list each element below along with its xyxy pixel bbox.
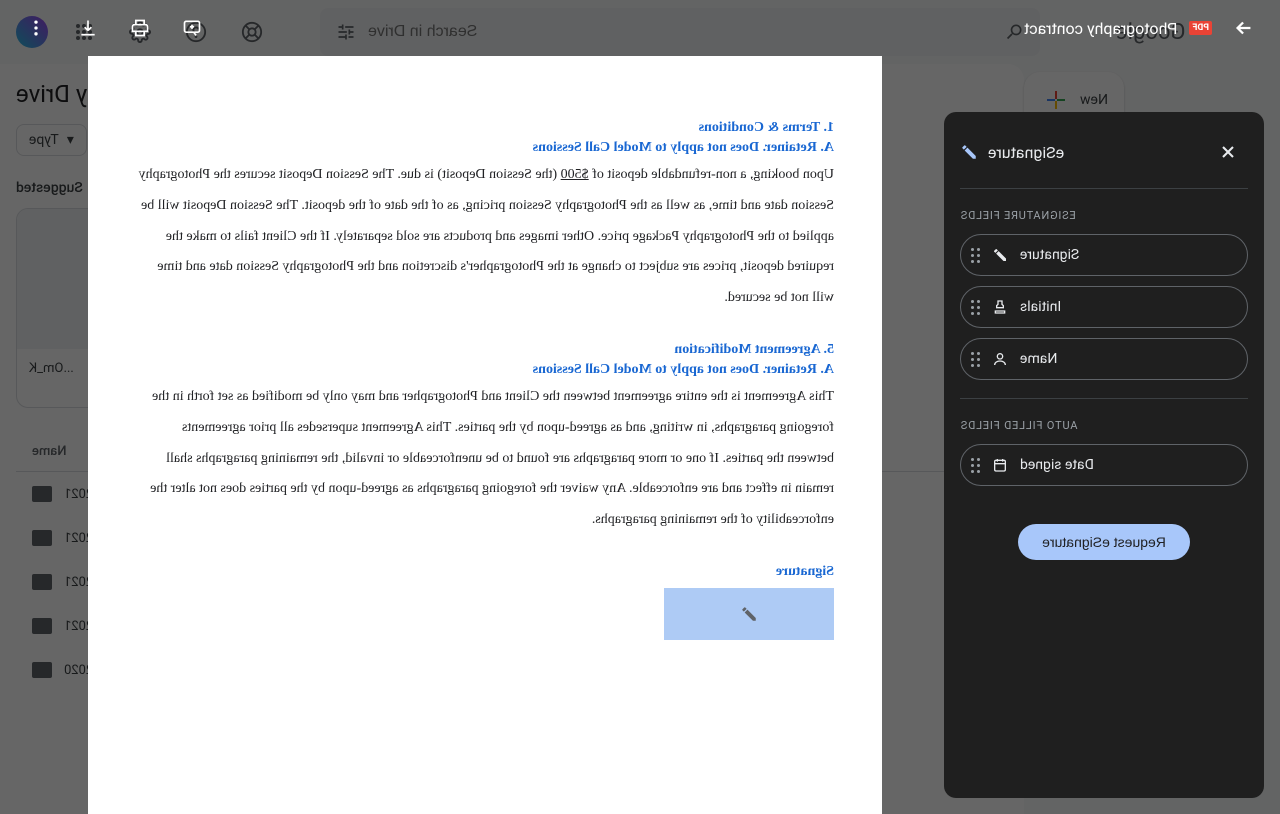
viewer-title: Photography contract [1024,19,1177,38]
section-label: ESIGNATURE FIELDS [960,209,1248,222]
doc-paragraph: This Agreement is the entire agreement b… [136,382,834,536]
doc-subheading: A. Retainer. Does not apply to Model Cal… [136,140,834,156]
drag-handle-icon[interactable] [971,352,980,367]
person-icon [992,351,1008,367]
doc-heading: 5. Agreement Modification [136,342,834,358]
field-signature[interactable]: Signature [960,234,1248,276]
doc-paragraph: Upon booking, a non-refundable deposit o… [136,160,834,314]
section-label: AUTO FILLED FIELDS [960,419,1248,432]
field-date-signed[interactable]: Date signed [960,444,1248,486]
document-page: 1. Terms & Conditions A. Retainer. Does … [88,56,882,814]
signature-label: Signature [136,564,834,580]
calendar-icon [992,457,1008,473]
pen-icon [740,605,758,623]
more-icon[interactable] [16,8,56,48]
field-name[interactable]: Name [960,338,1248,380]
pdf-viewer: Photography contract PDF 1. Terms & Cond… [0,0,1280,814]
panel-title: eSignature [988,143,1064,162]
stamp-icon [992,299,1008,315]
request-esignature-button[interactable]: Request eSignature [1018,524,1190,560]
viewer-header: Photography contract PDF [0,0,1280,56]
pdf-badge: PDF [1189,21,1212,35]
drag-handle-icon[interactable] [971,248,980,263]
signature-field-placeholder[interactable] [664,588,834,640]
pen-icon [960,143,978,161]
print-icon[interactable] [120,8,160,48]
esignature-panel: eSignature ESIGNATURE FIELDS Signature I… [944,112,1264,798]
drag-handle-icon[interactable] [971,300,980,315]
back-icon[interactable] [1224,8,1264,48]
drag-handle-icon[interactable] [971,458,980,473]
download-icon[interactable] [68,8,108,48]
pen-icon [992,247,1008,263]
doc-subheading: A. Retainer. Does not apply to Model Cal… [136,362,834,378]
doc-heading: 1. Terms & Conditions [136,120,834,136]
field-initials[interactable]: Initials [960,286,1248,328]
add-comment-icon[interactable] [172,8,212,48]
close-icon[interactable] [1208,132,1248,172]
